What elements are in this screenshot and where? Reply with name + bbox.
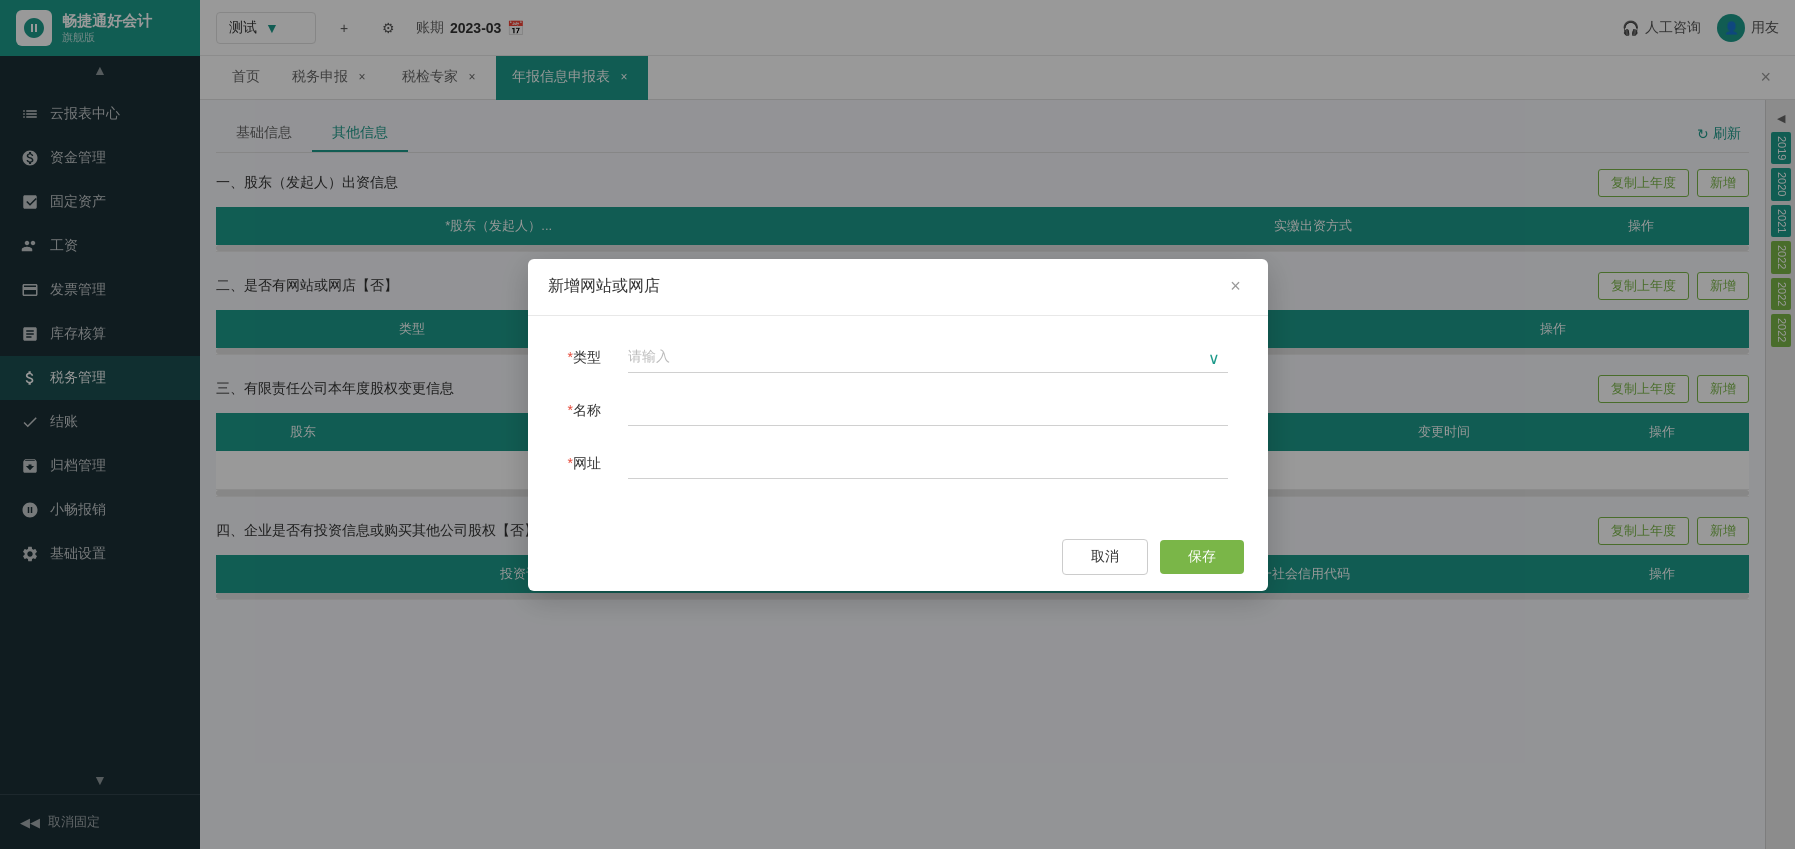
dialog-body: *类型 ∨ *名称 *网址 (528, 316, 1268, 523)
dialog-title: 新增网站或网店 (548, 276, 1224, 297)
dialog-header: 新增网站或网店 × (528, 259, 1268, 316)
dialog-footer: 取消 保存 (528, 523, 1268, 591)
form-field-name: *名称 (568, 397, 1228, 426)
dialog-close-button[interactable]: × (1224, 275, 1248, 299)
name-input[interactable] (628, 397, 1228, 421)
save-button[interactable]: 保存 (1160, 540, 1244, 574)
url-input-wrap (628, 450, 1228, 479)
dialog: 新增网站或网店 × *类型 ∨ *名称 (528, 259, 1268, 591)
url-input[interactable] (628, 450, 1228, 474)
form-field-type: *类型 ∨ (568, 344, 1228, 373)
type-input[interactable] (628, 344, 1228, 368)
type-input-wrap: ∨ (628, 344, 1228, 373)
type-label: *类型 (568, 349, 628, 367)
dialog-overlay[interactable]: 新增网站或网店 × *类型 ∨ *名称 (0, 0, 1795, 849)
name-input-wrap (628, 397, 1228, 426)
url-label: *网址 (568, 455, 628, 473)
type-dropdown-icon[interactable]: ∨ (1208, 348, 1220, 367)
form-field-url: *网址 (568, 450, 1228, 479)
cancel-button[interactable]: 取消 (1062, 539, 1148, 575)
name-label: *名称 (568, 402, 628, 420)
